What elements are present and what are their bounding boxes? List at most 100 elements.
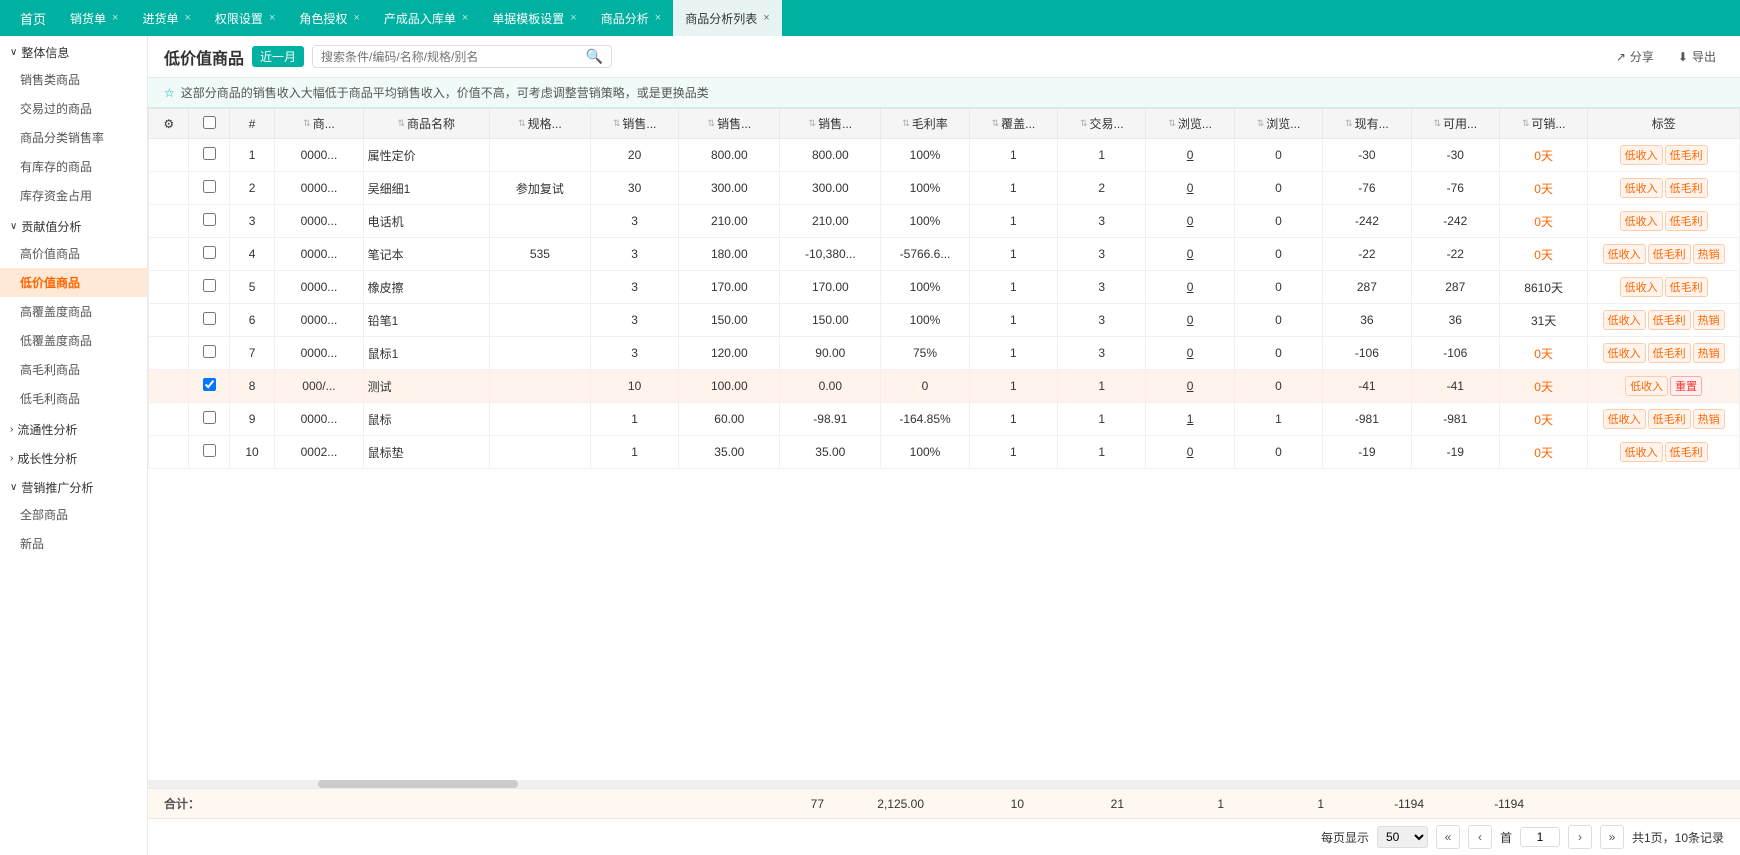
search-box[interactable]: 🔍 (312, 45, 612, 68)
share-button[interactable]: ↗ 分享 (1608, 44, 1662, 69)
view1-link[interactable]: 0 (1187, 346, 1194, 360)
sidebar-item-category-sales-rate[interactable]: 商品分类销售率 (0, 123, 147, 152)
col-header-avail[interactable]: ⇅可用... (1411, 109, 1499, 139)
sidebar-item-new-products[interactable]: 新品 (0, 529, 147, 558)
cell-check[interactable] (189, 139, 229, 172)
view1-link[interactable]: 1 (1187, 412, 1194, 426)
search-input[interactable] (321, 50, 582, 64)
cell-check[interactable] (189, 271, 229, 304)
row-checkbox[interactable] (203, 246, 216, 259)
col-header-sale-qty[interactable]: ⇅销售... (590, 109, 678, 139)
sidebar-group-contribution[interactable]: ∨ 贡献值分析 (0, 210, 147, 239)
sidebar-item-sales-products[interactable]: 销售类商品 (0, 65, 147, 94)
view1-link[interactable]: 0 (1187, 379, 1194, 393)
sidebar-item-stock-products[interactable]: 有库存的商品 (0, 152, 147, 181)
view1-link[interactable]: 0 (1187, 445, 1194, 459)
row-checkbox[interactable] (203, 378, 216, 391)
sidebar-item-high-coverage[interactable]: 高覆盖度商品 (0, 297, 147, 326)
col-header-view2[interactable]: ⇅浏览... (1234, 109, 1322, 139)
row-checkbox[interactable] (203, 411, 216, 424)
row-checkbox[interactable] (203, 312, 216, 325)
sidebar-group-marketing[interactable]: ∨ 营销推广分析 (0, 471, 147, 500)
cell-view1[interactable]: 0 (1146, 172, 1234, 205)
col-header-settings[interactable]: ⚙ (149, 109, 189, 139)
cell-view1[interactable]: 0 (1146, 337, 1234, 370)
row-checkbox[interactable] (203, 345, 216, 358)
sidebar-item-stock-capital[interactable]: 库存资金占用 (0, 181, 147, 210)
sidebar-group-growth[interactable]: › 成长性分析 (0, 442, 147, 471)
sidebar-group-flow[interactable]: › 流通性分析 (0, 413, 147, 442)
nav-analysis[interactable]: 商品分析× (589, 0, 673, 36)
cell-settings[interactable] (149, 337, 189, 370)
row-checkbox[interactable] (203, 444, 216, 457)
cell-settings[interactable] (149, 139, 189, 172)
sidebar-item-all-products[interactable]: 全部商品 (0, 500, 147, 529)
cell-check[interactable] (189, 436, 229, 469)
sidebar-item-high-margin[interactable]: 高毛利商品 (0, 355, 147, 384)
col-header-sellable[interactable]: ⇅可销... (1499, 109, 1587, 139)
nav-analysis-list[interactable]: 商品分析列表× (673, 0, 781, 36)
col-header-check[interactable] (189, 109, 229, 139)
cell-view1[interactable]: 0 (1146, 370, 1234, 403)
cell-check[interactable] (189, 304, 229, 337)
col-header-view1[interactable]: ⇅浏览... (1146, 109, 1234, 139)
nav-template[interactable]: 单据模板设置× (480, 0, 588, 36)
nav-sales[interactable]: 销货单× (58, 0, 130, 36)
col-header-coverage[interactable]: ⇅覆盖... (969, 109, 1057, 139)
sidebar-item-low-coverage[interactable]: 低覆盖度商品 (0, 326, 147, 355)
cell-check[interactable] (189, 337, 229, 370)
search-icon[interactable]: 🔍 (586, 48, 603, 65)
cell-settings[interactable] (149, 271, 189, 304)
view1-link[interactable]: 0 (1187, 247, 1194, 261)
col-header-sale-amt[interactable]: ⇅销售... (679, 109, 780, 139)
cell-settings[interactable] (149, 172, 189, 205)
row-checkbox[interactable] (203, 213, 216, 226)
next-page-button[interactable]: › (1568, 825, 1592, 849)
col-header-gross-rate[interactable]: ⇅毛利率 (881, 109, 969, 139)
view1-link[interactable]: 0 (1187, 313, 1194, 327)
col-header-trade[interactable]: ⇅交易... (1058, 109, 1146, 139)
prev-page-button[interactable]: ‹ (1468, 825, 1492, 849)
page-number-input[interactable] (1520, 827, 1560, 847)
scrollbar-thumb[interactable] (318, 780, 518, 788)
col-header-sale-avg[interactable]: ⇅销售... (780, 109, 881, 139)
view1-link[interactable]: 0 (1187, 148, 1194, 162)
cell-settings[interactable] (149, 436, 189, 469)
nav-role[interactable]: 角色授权× (287, 0, 371, 36)
cell-view1[interactable]: 0 (1146, 271, 1234, 304)
row-checkbox[interactable] (203, 180, 216, 193)
cell-check[interactable] (189, 403, 229, 436)
data-table-wrapper[interactable]: ⚙ # ⇅商... ⇅商品名称 ⇅规格... (148, 108, 1740, 780)
nav-permission[interactable]: 权限设置× (203, 0, 287, 36)
nav-home[interactable]: 首页 (8, 0, 58, 36)
row-checkbox[interactable] (203, 147, 216, 160)
sidebar-item-low-margin[interactable]: 低毛利商品 (0, 384, 147, 413)
sidebar-group-overall[interactable]: ∨ 整体信息 (0, 36, 147, 65)
cell-settings[interactable] (149, 205, 189, 238)
nav-product-in[interactable]: 产成品入库单× (372, 0, 480, 36)
cell-view1[interactable]: 1 (1146, 403, 1234, 436)
cell-view1[interactable]: 0 (1146, 139, 1234, 172)
select-all-checkbox[interactable] (203, 116, 216, 129)
view1-link[interactable]: 0 (1187, 280, 1194, 294)
col-header-name[interactable]: ⇅商品名称 (363, 109, 489, 139)
last-page-button[interactable]: » (1600, 825, 1624, 849)
cell-check[interactable] (189, 238, 229, 271)
cell-settings[interactable] (149, 370, 189, 403)
nav-purchase[interactable]: 进货单× (130, 0, 202, 36)
cell-check[interactable] (189, 370, 229, 403)
sidebar-item-traded-products[interactable]: 交易过的商品 (0, 94, 147, 123)
cell-view1[interactable]: 0 (1146, 436, 1234, 469)
horizontal-scrollbar[interactable] (148, 780, 1740, 788)
col-header-code[interactable]: ⇅商... (275, 109, 363, 139)
filter-tag-month[interactable]: 近一月 (252, 46, 304, 67)
col-header-stock[interactable]: ⇅现有... (1323, 109, 1411, 139)
first-page-button[interactable]: « (1436, 825, 1460, 849)
sidebar-item-low-value[interactable]: 低价值商品 (0, 268, 147, 297)
cell-view1[interactable]: 0 (1146, 238, 1234, 271)
cell-view1[interactable]: 0 (1146, 304, 1234, 337)
export-button[interactable]: ⬇ 导出 (1670, 44, 1724, 69)
col-header-spec[interactable]: ⇅规格... (489, 109, 590, 139)
row-checkbox[interactable] (203, 279, 216, 292)
sidebar-item-high-value[interactable]: 高价值商品 (0, 239, 147, 268)
